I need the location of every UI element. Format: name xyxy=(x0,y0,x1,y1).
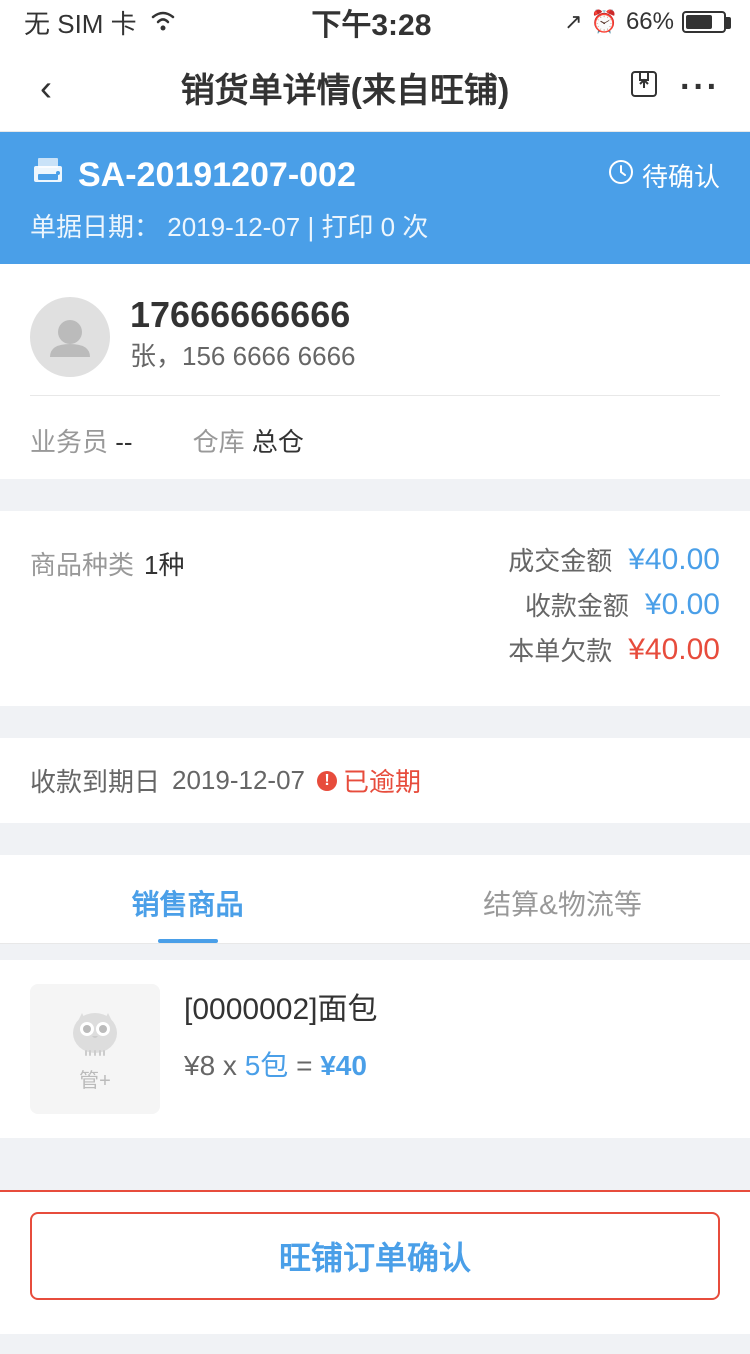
more-icon[interactable]: ··· xyxy=(680,68,720,107)
order-id: SA-20191207-002 xyxy=(30,156,356,195)
received-label: 收款金额 xyxy=(525,586,629,623)
received-value: ¥0.00 xyxy=(645,588,720,622)
battery-percent: 66% xyxy=(626,8,674,36)
status-time: 下午3:28 xyxy=(311,0,431,44)
amount-label: 成交金额 xyxy=(508,541,612,578)
order-date: 单据日期： 2019-12-07 | 打印 0 次 xyxy=(30,207,720,244)
due-date: 2019-12-07 xyxy=(172,765,305,796)
page-title: 销货单详情(来自旺铺) xyxy=(181,63,510,112)
nav-bar: ‹ 销货单详情(来自旺铺) ··· xyxy=(0,44,750,132)
product-section: 管+ [0000002]面包 ¥8 x 5包 = ¥40 xyxy=(0,960,750,1138)
avatar xyxy=(30,297,110,377)
owed-label: 本单欠款 xyxy=(508,631,612,668)
received-row: 收款金额 ¥0.00 xyxy=(508,586,720,623)
order-banner: SA-20191207-002 待确认 单据日期： 2019-12-07 | 打… xyxy=(0,132,750,264)
sales-value: -- xyxy=(115,427,132,457)
product-info: [0000002]面包 ¥8 x 5包 = ¥40 xyxy=(184,984,720,1084)
wifi-icon xyxy=(147,7,179,38)
total-price: ¥40 xyxy=(320,1050,367,1081)
overdue-badge: ! 已逾期 xyxy=(317,762,421,799)
product-thumb-inner: 管+ xyxy=(60,1005,130,1093)
order-print-icon xyxy=(30,156,66,195)
product-item: 管+ [0000002]面包 ¥8 x 5包 = ¥40 xyxy=(30,984,720,1114)
confirm-button[interactable]: 旺铺订单确认 xyxy=(30,1212,720,1300)
overdue-icon: ! xyxy=(317,771,337,791)
due-label: 收款到期日 xyxy=(30,762,160,799)
summary-row: 商品种类 1种 成交金额 ¥40.00 收款金额 ¥0.00 本单欠款 ¥40.… xyxy=(30,541,720,676)
customer-section: 17666666666 张，156 6666 6666 业务员 -- 仓库 总仓 xyxy=(0,264,750,479)
product-type-value: 1种 xyxy=(144,545,184,582)
warehouse-value: 总仓 xyxy=(252,427,304,457)
share-icon[interactable] xyxy=(628,68,660,108)
status-bar: 无 SIM 卡 下午3:28 ↗ ⏰ 66% xyxy=(0,0,750,44)
divider1 xyxy=(0,495,750,511)
battery-icon xyxy=(682,11,726,33)
owed-row: 本单欠款 ¥40.00 xyxy=(508,631,720,668)
amounts: 成交金额 ¥40.00 收款金额 ¥0.00 本单欠款 ¥40.00 xyxy=(508,541,720,676)
divider3 xyxy=(0,839,750,855)
amount-value: ¥40.00 xyxy=(628,543,720,577)
warehouse-info: 仓库 总仓 xyxy=(193,422,304,459)
customer-meta: 业务员 -- 仓库 总仓 xyxy=(30,412,720,459)
product-name: [0000002]面包 xyxy=(184,984,720,1028)
customer-row: 17666666666 张，156 6666 6666 xyxy=(30,294,720,379)
status-clock-icon xyxy=(608,159,634,192)
status-left: 无 SIM 卡 xyxy=(24,4,179,41)
sales-label: 业务员 xyxy=(30,427,108,457)
brand-text: 管+ xyxy=(79,1064,111,1093)
location-icon: ↗ xyxy=(564,9,582,35)
thin-divider xyxy=(30,395,720,396)
amount-row: 成交金额 ¥40.00 xyxy=(508,541,720,578)
order-id-row: SA-20191207-002 待确认 xyxy=(30,156,720,195)
sales-info: 业务员 -- xyxy=(30,422,133,459)
alarm-icon: ⏰ xyxy=(591,9,618,35)
tabs-row: 销售商品 结算&物流等 xyxy=(0,855,750,944)
nav-actions: ··· xyxy=(628,68,720,108)
tab-settlement[interactable]: 结算&物流等 xyxy=(375,855,750,943)
warehouse-label: 仓库 xyxy=(193,427,245,457)
customer-phone: 17666666666 xyxy=(130,294,356,336)
product-type-label: 商品种类 xyxy=(30,545,134,582)
tabs-container: 销售商品 结算&物流等 xyxy=(0,855,750,944)
carrier-text: 无 SIM 卡 xyxy=(24,4,137,41)
status-right: ↗ ⏰ 66% xyxy=(564,8,726,36)
customer-name: 张，156 6666 6666 xyxy=(130,336,356,373)
product-thumbnail: 管+ xyxy=(30,984,160,1114)
product-price: ¥8 xyxy=(184,1050,215,1081)
product-quantity: 5包 xyxy=(245,1050,289,1081)
overdue-text: 已逾期 xyxy=(343,762,421,799)
bottom-bar: 旺铺订单确认 xyxy=(0,1190,750,1334)
order-status: 待确认 xyxy=(608,157,720,194)
back-button[interactable]: ‹ xyxy=(30,57,62,119)
customer-phone-info: 17666666666 张，156 6666 6666 xyxy=(130,294,356,379)
tab-sales-product[interactable]: 销售商品 xyxy=(0,855,375,943)
summary-section: 商品种类 1种 成交金额 ¥40.00 收款金额 ¥0.00 本单欠款 ¥40.… xyxy=(0,511,750,706)
product-type-info: 商品种类 1种 xyxy=(30,541,184,582)
due-section: 收款到期日 2019-12-07 ! 已逾期 xyxy=(0,738,750,823)
divider2 xyxy=(0,722,750,738)
product-price-row: ¥8 x 5包 = ¥40 xyxy=(184,1044,720,1084)
owed-value: ¥40.00 xyxy=(628,633,720,667)
